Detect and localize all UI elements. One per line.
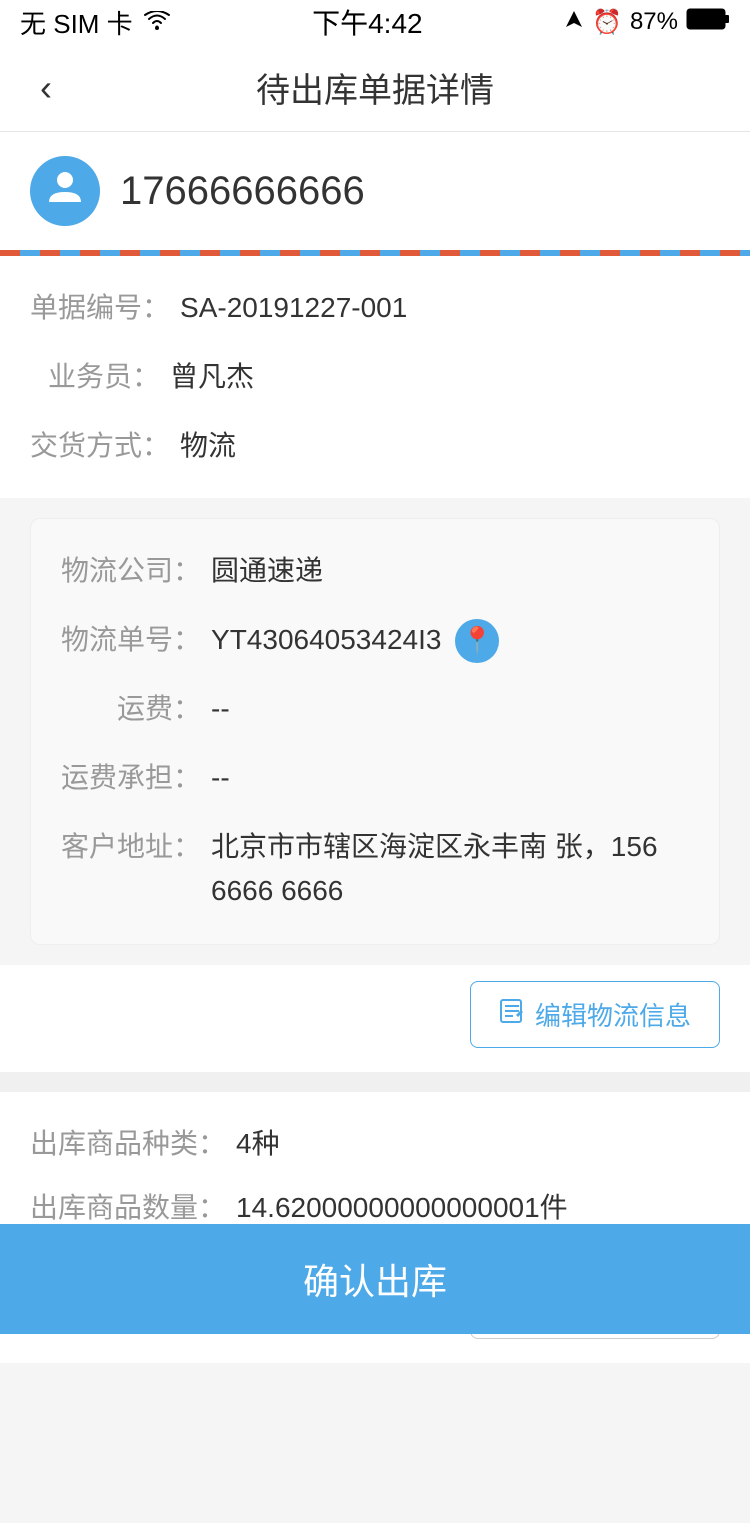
edit-logistics-area: 编辑物流信息 (0, 965, 750, 1072)
avatar (30, 156, 100, 226)
goods-quantity-row: 出库商品数量： 14.62000000000000001件 (30, 1186, 720, 1226)
logistics-company-label: 物流公司： (61, 549, 211, 594)
logistics-card: 物流公司： 圆通速递 物流单号： YT43064053424I3 📍 运费： -… (30, 518, 720, 945)
tracking-location-button[interactable]: 📍 (455, 619, 499, 663)
order-number-row: 单据编号： SA-20191227-001 (30, 286, 720, 331)
order-info-section: 单据编号： SA-20191227-001 业务员： 曾凡杰 交货方式： 物流 (0, 256, 750, 498)
confirm-button-label: 确认出库 (303, 1253, 447, 1305)
delivery-method-value: 物流 (180, 424, 720, 469)
status-bar: 无 SIM 卡 下午4:42 ⏰ 87% (0, 0, 750, 44)
goods-types-value: 4种 (236, 1122, 720, 1162)
tracking-number-row: 物流单号： YT43064053424I3 📍 (61, 618, 689, 663)
delivery-method-label: 交货方式： (30, 424, 180, 469)
customer-header: 17666666666 (0, 132, 750, 250)
freight-label: 运费： (61, 687, 211, 732)
battery-icon (686, 8, 730, 37)
address-label: 客户地址： (61, 825, 211, 870)
alarm-icon: ⏰ (592, 8, 622, 37)
freight-bearer-value: -- (211, 756, 689, 801)
tracking-number-label: 物流单号： (61, 618, 211, 663)
edit-logistics-label: 编辑物流信息 (535, 996, 691, 1033)
confirm-bar[interactable]: 确认出库 (0, 1224, 750, 1334)
carrier-label: 无 SIM 卡 (20, 4, 133, 41)
goods-quantity-value: 14.62000000000000001件 (236, 1186, 720, 1226)
order-number-label: 单据编号： (30, 286, 180, 331)
logistics-company-row: 物流公司： 圆通速递 (61, 549, 689, 594)
nav-bar: ‹ 待出库单据详情 (0, 44, 750, 132)
tracking-number-value: YT43064053424I3 📍 (211, 618, 689, 663)
user-icon (45, 166, 85, 216)
goods-quantity-label: 出库商品数量： (30, 1186, 236, 1226)
section-separator (0, 1072, 750, 1092)
freight-row: 运费： -- (61, 687, 689, 732)
order-number-value: SA-20191227-001 (180, 286, 720, 331)
customer-phone: 17666666666 (120, 169, 365, 214)
back-button[interactable]: ‹ (30, 57, 62, 119)
battery-label: 87% (630, 8, 678, 36)
wifi-icon (143, 7, 171, 38)
status-left: 无 SIM 卡 (20, 4, 171, 41)
goods-types-label: 出库商品种类： (30, 1122, 236, 1162)
status-right: ⏰ 87% (564, 8, 730, 37)
edit-logistics-button[interactable]: 编辑物流信息 (470, 981, 720, 1048)
pin-icon: 📍 (461, 620, 493, 662)
sales-person-value: 曾凡杰 (170, 355, 720, 400)
bottom-spacer (0, 1363, 750, 1523)
sales-person-label: 业务员： (30, 355, 170, 400)
location-icon (564, 8, 584, 36)
freight-bearer-label: 运费承担： (61, 756, 211, 801)
logistics-company-value: 圆通速递 (211, 549, 689, 594)
page-title: 待出库单据详情 (256, 63, 494, 112)
address-value: 北京市市辖区海淀区永丰南 张，156 6666 6666 (211, 825, 689, 915)
address-row: 客户地址： 北京市市辖区海淀区永丰南 张，156 6666 6666 (61, 825, 689, 915)
edit-icon (499, 998, 525, 1031)
delivery-method-row: 交货方式： 物流 (30, 424, 720, 469)
freight-bearer-row: 运费承担： -- (61, 756, 689, 801)
status-time: 下午4:42 (312, 2, 423, 42)
sales-person-row: 业务员： 曾凡杰 (30, 355, 720, 400)
goods-types-row: 出库商品种类： 4种 (30, 1122, 720, 1162)
freight-value: -- (211, 687, 689, 732)
